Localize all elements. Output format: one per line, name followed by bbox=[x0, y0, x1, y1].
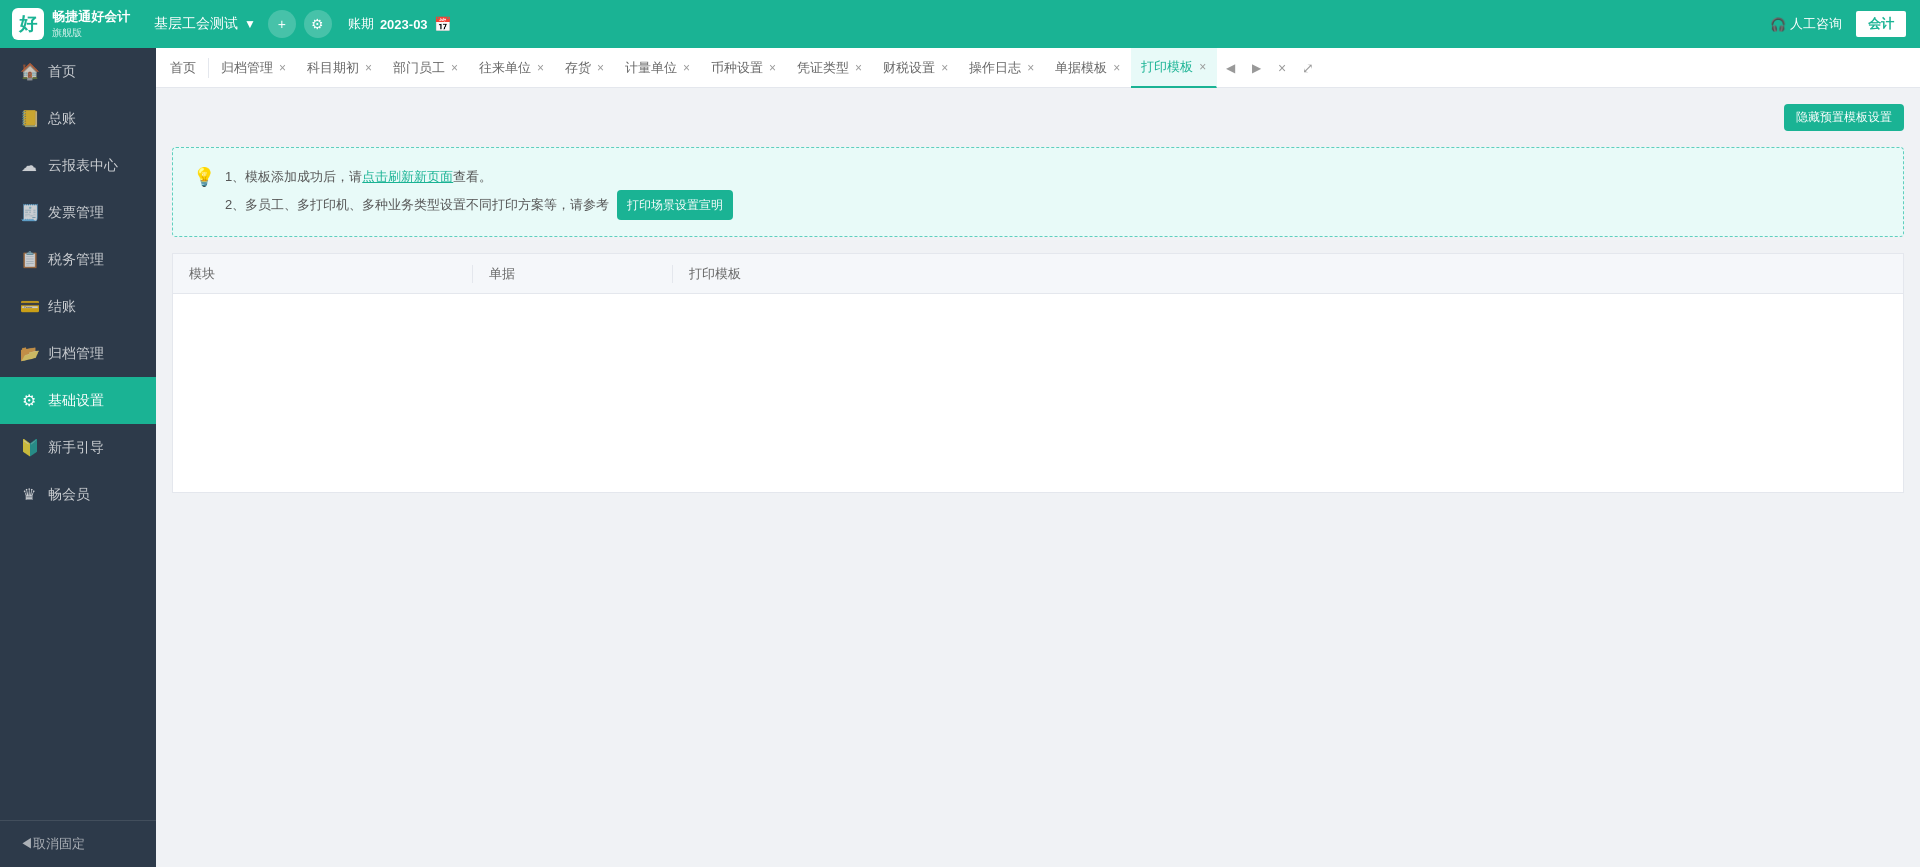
checkout-icon: 💳 bbox=[20, 297, 38, 316]
guide-icon: 🔰 bbox=[20, 438, 38, 457]
tab-close-units[interactable]: × bbox=[683, 61, 690, 75]
bulb-icon: 💡 bbox=[193, 166, 215, 220]
col-module-header: 模块 bbox=[173, 265, 473, 283]
member-icon: ♛ bbox=[20, 485, 38, 504]
reports-icon: ☁ bbox=[20, 156, 38, 175]
settings-button[interactable]: ⚙ bbox=[304, 10, 332, 38]
tab-counterparty[interactable]: 往来单位 × bbox=[469, 48, 555, 88]
ledger-icon: 📒 bbox=[20, 109, 38, 128]
dropdown-arrow-icon: ▼ bbox=[244, 17, 256, 31]
sidebar-label-tax: 税务管理 bbox=[48, 251, 104, 269]
sidebar-item-member[interactable]: ♛ 畅会员 bbox=[0, 471, 156, 518]
sidebar-label-guide: 新手引导 bbox=[48, 439, 104, 457]
sidebar-nav: 🏠 首页 📒 总账 ☁ 云报表中心 🧾 发票管理 📋 税务管理 bbox=[0, 48, 156, 820]
tab-inventory[interactable]: 存货 × bbox=[555, 48, 615, 88]
sidebar: 🏠 首页 📒 总账 ☁ 云报表中心 🧾 发票管理 📋 税务管理 bbox=[0, 48, 156, 867]
kuaiji-button[interactable]: 会计 bbox=[1854, 9, 1908, 39]
sidebar-item-settings[interactable]: ⚙ 基础设置 bbox=[0, 377, 156, 424]
tab-print-template[interactable]: 打印模板 × bbox=[1131, 48, 1217, 88]
notice-box: 💡 1、模板添加成功后，请点击刷新新页面查看。 2、多员工、多打印机、多种业务类… bbox=[172, 147, 1904, 237]
tab-close-currency[interactable]: × bbox=[769, 61, 776, 75]
tab-close-all-button[interactable]: × bbox=[1269, 48, 1295, 88]
tab-operation-log[interactable]: 操作日志 × bbox=[959, 48, 1045, 88]
top-actions: + ⚙ bbox=[268, 10, 332, 38]
sidebar-item-ledger[interactable]: 📒 总账 bbox=[0, 95, 156, 142]
tab-next-button[interactable]: ▶ bbox=[1243, 48, 1269, 88]
tab-subjects[interactable]: 科目期初 × bbox=[297, 48, 383, 88]
tab-close-subjects[interactable]: × bbox=[365, 61, 372, 75]
home-icon: 🏠 bbox=[20, 62, 38, 81]
sidebar-label-home: 首页 bbox=[48, 63, 76, 81]
table-header: 模块 单据 打印模板 bbox=[172, 253, 1904, 293]
table-body bbox=[172, 293, 1904, 493]
tab-close-archive-mgmt[interactable]: × bbox=[279, 61, 286, 75]
tab-close-inventory[interactable]: × bbox=[597, 61, 604, 75]
sidebar-item-archive[interactable]: 📂 归档管理 bbox=[0, 330, 156, 377]
help-button[interactable]: 🎧 人工咨询 bbox=[1770, 15, 1842, 33]
tab-voucher-type[interactable]: 凭证类型 × bbox=[787, 48, 873, 88]
invoice-icon: 🧾 bbox=[20, 203, 38, 222]
tab-home[interactable]: 首页 bbox=[160, 48, 206, 88]
tab-close-operation-log[interactable]: × bbox=[1027, 61, 1034, 75]
top-controls: 隐藏预置模板设置 bbox=[172, 104, 1904, 139]
tab-separator bbox=[208, 58, 209, 78]
tab-departments[interactable]: 部门员工 × bbox=[383, 48, 469, 88]
sidebar-label-settings: 基础设置 bbox=[48, 392, 104, 410]
hide-template-button[interactable]: 隐藏预置模板设置 bbox=[1784, 104, 1904, 131]
sidebar-item-invoice[interactable]: 🧾 发票管理 bbox=[0, 189, 156, 236]
logo-area: 好 畅捷通好会计 旗舰版 bbox=[12, 8, 142, 40]
content-main: 隐藏预置模板设置 💡 1、模板添加成功后，请点击刷新新页面查看。 2、多员工、多… bbox=[156, 88, 1920, 867]
tab-close-tax-settings[interactable]: × bbox=[941, 61, 948, 75]
content-area: 首页 归档管理 × 科目期初 × 部门员工 × 往来单位 × bbox=[156, 48, 1920, 867]
tab-close-print-template[interactable]: × bbox=[1199, 60, 1206, 74]
company-selector[interactable]: 基层工会测试 ▼ bbox=[154, 15, 256, 33]
notice-line2: 2、多员工、多打印机、多种业务类型设置不同打印方案等，请参考 打印场景设置宣明 bbox=[225, 190, 733, 220]
sidebar-item-guide[interactable]: 🔰 新手引导 bbox=[0, 424, 156, 471]
headset-icon: 🎧 bbox=[1770, 17, 1786, 32]
sidebar-label-ledger: 总账 bbox=[48, 110, 76, 128]
archive-icon: 📂 bbox=[20, 344, 38, 363]
tax-icon: 📋 bbox=[20, 250, 38, 269]
logo-icon: 好 bbox=[12, 8, 44, 40]
tab-close-counterparty[interactable]: × bbox=[537, 61, 544, 75]
tab-prev-button[interactable]: ◀ bbox=[1217, 48, 1243, 88]
sidebar-label-invoice: 发票管理 bbox=[48, 204, 104, 222]
notice-line1: 1、模板添加成功后，请点击刷新新页面查看。 bbox=[225, 164, 733, 190]
settings-gear-icon: ⚙ bbox=[20, 391, 38, 410]
sidebar-item-checkout[interactable]: 💳 结账 bbox=[0, 283, 156, 330]
tab-expand-button[interactable]: ⤢ bbox=[1295, 48, 1321, 88]
logo-text: 畅捷通好会计 旗舰版 bbox=[52, 8, 130, 40]
sidebar-item-reports[interactable]: ☁ 云报表中心 bbox=[0, 142, 156, 189]
sidebar-label-member: 畅会员 bbox=[48, 486, 90, 504]
col-template-header: 打印模板 bbox=[673, 265, 1903, 283]
tab-currency[interactable]: 币种设置 × bbox=[701, 48, 787, 88]
top-right: 🎧 人工咨询 会计 bbox=[1770, 9, 1908, 39]
col-voucher-header: 单据 bbox=[473, 265, 673, 283]
sidebar-footer[interactable]: ◀取消固定 bbox=[0, 820, 156, 867]
sidebar-item-home[interactable]: 🏠 首页 bbox=[0, 48, 156, 95]
tab-close-voucher-type[interactable]: × bbox=[855, 61, 862, 75]
tab-archive-mgmt[interactable]: 归档管理 × bbox=[211, 48, 297, 88]
tab-single-voucher[interactable]: 单据模板 × bbox=[1045, 48, 1131, 88]
sidebar-label-checkout: 结账 bbox=[48, 298, 76, 316]
refresh-link[interactable]: 点击刷新新页面 bbox=[362, 169, 453, 184]
tab-bar: 首页 归档管理 × 科目期初 × 部门员工 × 往来单位 × bbox=[156, 48, 1920, 88]
print-scene-button[interactable]: 打印场景设置宣明 bbox=[617, 190, 733, 220]
main-area: 🏠 首页 📒 总账 ☁ 云报表中心 🧾 发票管理 📋 税务管理 bbox=[0, 48, 1920, 867]
tab-tax-settings[interactable]: 财税设置 × bbox=[873, 48, 959, 88]
period-info: 账期 2023-03 📅 bbox=[348, 15, 451, 33]
tab-close-departments[interactable]: × bbox=[451, 61, 458, 75]
sidebar-label-reports: 云报表中心 bbox=[48, 157, 118, 175]
calendar-icon[interactable]: 📅 bbox=[434, 16, 451, 32]
sidebar-item-tax[interactable]: 📋 税务管理 bbox=[0, 236, 156, 283]
top-bar: 好 畅捷通好会计 旗舰版 基层工会测试 ▼ + ⚙ 账期 2023-03 📅 🎧… bbox=[0, 0, 1920, 48]
print-template-table: 模块 单据 打印模板 bbox=[172, 253, 1904, 493]
tab-close-single-voucher[interactable]: × bbox=[1113, 61, 1120, 75]
notice-content: 1、模板添加成功后，请点击刷新新页面查看。 2、多员工、多打印机、多种业务类型设… bbox=[225, 164, 733, 220]
add-button[interactable]: + bbox=[268, 10, 296, 38]
sidebar-label-archive: 归档管理 bbox=[48, 345, 104, 363]
tab-units[interactable]: 计量单位 × bbox=[615, 48, 701, 88]
